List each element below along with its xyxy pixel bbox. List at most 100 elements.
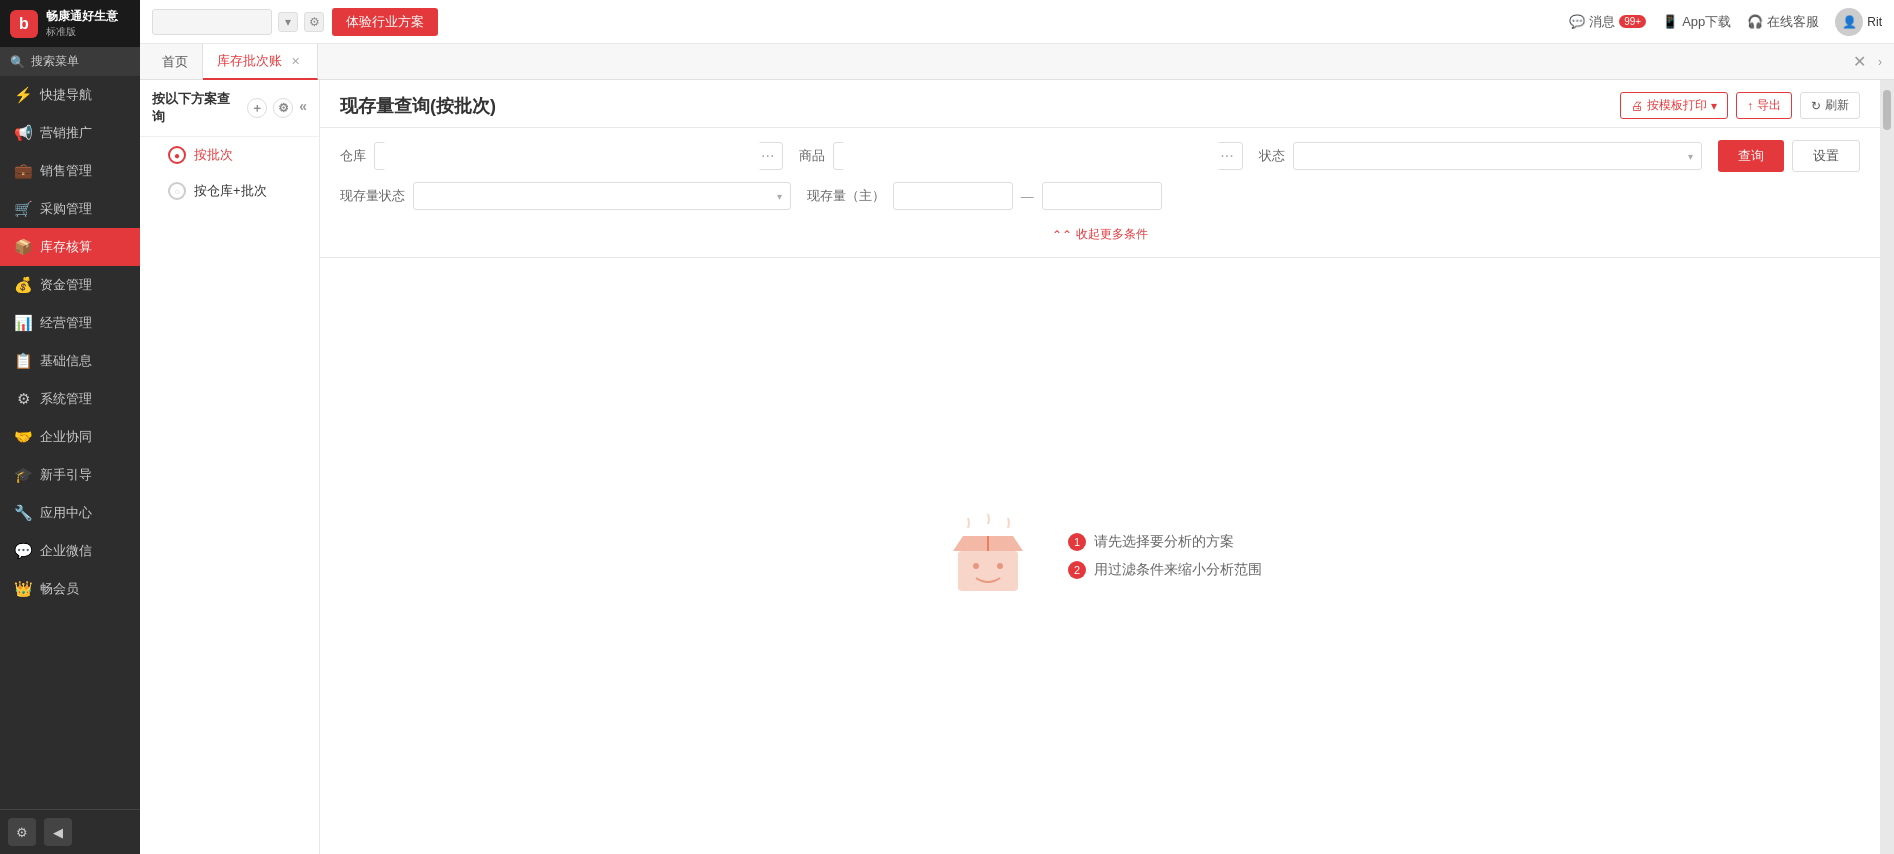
left-panel-header-actions: ＋ ⚙ « — [247, 98, 307, 118]
query-btn[interactable]: 查询 — [1718, 140, 1784, 172]
filter-group-product: 商品 ··· — [799, 142, 1242, 170]
range-dash: — — [1021, 189, 1034, 204]
guide-icon: 🎓 — [14, 466, 32, 484]
print-btn[interactable]: 🖨 按模板打印 ▾ — [1620, 92, 1728, 119]
sidebar-item-inventory[interactable]: 📦 库存核算 — [0, 228, 140, 266]
empty-tip-2: 2 用过滤条件来缩小分析范围 — [1068, 561, 1262, 579]
warehouse-input-wrapper[interactable]: ··· — [374, 142, 783, 170]
tip-text-2: 用过滤条件来缩小分析范围 — [1094, 561, 1262, 579]
setting-btn[interactable]: 设置 — [1792, 140, 1860, 172]
tab-inventory-batch[interactable]: 库存批次账 ✕ — [203, 44, 318, 80]
lightning-icon: ⚡ — [14, 86, 32, 104]
tip-num-2: 2 — [1068, 561, 1086, 579]
product-input[interactable] — [842, 142, 1220, 170]
plan-item-by-batch[interactable]: ● 按批次 — [140, 137, 319, 173]
online-service-action[interactable]: 🎧 在线客服 — [1747, 13, 1819, 31]
sidebar-item-quick-nav[interactable]: ⚡ 快捷导航 — [0, 76, 140, 114]
sidebar-item-purchase[interactable]: 🛒 采购管理 — [0, 190, 140, 228]
filter-row-2: 现存量状态 ▾ 现存量（主） — — [340, 182, 1860, 210]
refresh-btn[interactable]: ↻ 刷新 — [1800, 92, 1860, 119]
export-icon: ↑ — [1747, 99, 1753, 113]
plan-item-dot-inactive: ○ — [168, 182, 186, 200]
right-scrollbar[interactable] — [1880, 80, 1894, 854]
topbar-search-input[interactable] — [152, 9, 272, 35]
collapse-sidebar-btn[interactable]: ◀ — [44, 818, 72, 846]
messages-label: 消息 — [1589, 13, 1615, 31]
tip-num-1: 1 — [1068, 533, 1086, 551]
trial-btn[interactable]: 体验行业方案 — [332, 8, 438, 36]
sidebar-item-guide[interactable]: 🎓 新手引导 — [0, 456, 140, 494]
sidebar-search-label: 搜索菜单 — [31, 53, 79, 70]
sidebar-item-system[interactable]: ⚙ 系统管理 — [0, 380, 140, 418]
scrollbar-thumb — [1883, 90, 1891, 130]
page-actions: 🖨 按模板打印 ▾ ↑ 导出 ↻ 刷新 — [1620, 92, 1860, 119]
sidebar-item-operations[interactable]: 📊 经营管理 — [0, 304, 140, 342]
filter-range-qty: — — [893, 182, 1162, 210]
sidebar-item-app-center[interactable]: 🔧 应用中心 — [0, 494, 140, 532]
status-label: 状态 — [1259, 147, 1285, 165]
sidebar-item-finance[interactable]: 💰 资金管理 — [0, 266, 140, 304]
sidebar: b 畅康通好生意 标准版 🔍 搜索菜单 ⚡ 快捷导航 📢 营销推广 💼 销售管理… — [0, 0, 140, 854]
sidebar-item-collab[interactable]: 🤝 企业协同 — [0, 418, 140, 456]
status-select[interactable]: ▾ — [1293, 142, 1702, 170]
message-badge: 99+ — [1619, 15, 1646, 28]
svg-point-4 — [997, 563, 1003, 569]
warehouse-input[interactable] — [383, 142, 761, 170]
tab-home[interactable]: 首页 — [148, 44, 203, 80]
collapse-left-panel-btn[interactable]: « — [299, 98, 307, 118]
app-title: 畅康通好生意 — [46, 8, 130, 25]
settings-btn[interactable]: ⚙ — [8, 818, 36, 846]
sidebar-item-label: 库存核算 — [40, 238, 92, 256]
product-more-btn[interactable]: ··· — [1220, 147, 1233, 165]
sidebar-item-label: 快捷导航 — [40, 86, 92, 104]
messages-action[interactable]: 💬 消息 99+ — [1569, 13, 1646, 31]
settings-plan-btn[interactable]: ⚙ — [273, 98, 293, 118]
headset-icon: 🎧 — [1747, 14, 1763, 29]
sidebar-item-member[interactable]: 👑 畅会员 — [0, 570, 140, 608]
app-download-action[interactable]: 📱 App下载 — [1662, 13, 1731, 31]
qty-max-input-wrapper[interactable] — [1042, 182, 1162, 210]
sidebar-item-label: 系统管理 — [40, 390, 92, 408]
message-icon: 💬 — [1569, 14, 1585, 29]
warehouse-more-btn[interactable]: ··· — [761, 147, 774, 165]
sidebar-item-sales[interactable]: 💼 销售管理 — [0, 152, 140, 190]
plan-item-by-warehouse-batch[interactable]: ○ 按仓库+批次 — [140, 173, 319, 209]
filter-group-status: 状态 ▾ — [1259, 142, 1702, 170]
money-icon: 💰 — [14, 276, 32, 294]
box-icon: 📦 — [14, 238, 32, 256]
svg-rect-0 — [958, 551, 1018, 591]
refresh-icon: ↻ — [1811, 99, 1821, 113]
topbar-settings-btn[interactable]: ⚙ — [304, 12, 324, 32]
app-download-label: App下载 — [1682, 13, 1731, 31]
filter-group-inventory-status: 现存量状态 ▾ — [340, 182, 791, 210]
qty-min-input[interactable] — [902, 189, 1004, 204]
sidebar-nav: ⚡ 快捷导航 📢 营销推广 💼 销售管理 🛒 采购管理 📦 库存核算 💰 资金管… — [0, 76, 140, 809]
tab-close-btn[interactable]: ✕ — [288, 54, 303, 69]
qty-max-input[interactable] — [1051, 189, 1153, 204]
tab-panel-expand-btn[interactable]: › — [1874, 55, 1886, 69]
empty-tips: 1 请先选择要分析的方案 2 用过滤条件来缩小分析范围 — [1068, 533, 1262, 579]
export-btn[interactable]: ↑ 导出 — [1736, 92, 1792, 119]
qty-min-input-wrapper[interactable] — [893, 182, 1013, 210]
user-profile-action[interactable]: 👤 Rit — [1835, 8, 1882, 36]
sidebar-item-basic-info[interactable]: 📋 基础信息 — [0, 342, 140, 380]
product-input-wrapper[interactable]: ··· — [833, 142, 1242, 170]
chart-icon: 📊 — [14, 314, 32, 332]
inventory-status-select[interactable]: ▾ — [413, 182, 791, 210]
topbar-search-area: ▾ ⚙ — [152, 9, 324, 35]
content-area: 按以下方案查询 ＋ ⚙ « ● 按批次 ○ 按仓库+批次 现存量查询(按批次) — [140, 80, 1894, 854]
sidebar-item-marketing[interactable]: 📢 营销推广 — [0, 114, 140, 152]
inventory-status-label: 现存量状态 — [340, 187, 405, 205]
add-plan-btn[interactable]: ＋ — [247, 98, 267, 118]
sidebar-item-label: 企业微信 — [40, 542, 92, 560]
sidebar-item-wechat[interactable]: 💬 企业微信 — [0, 532, 140, 570]
sidebar-search[interactable]: 🔍 搜索菜单 — [0, 47, 140, 76]
sidebar-header: b 畅康通好生意 标准版 — [0, 0, 140, 47]
sidebar-item-label: 采购管理 — [40, 200, 92, 218]
sidebar-item-label: 销售管理 — [40, 162, 92, 180]
topbar-dropdown-btn[interactable]: ▾ — [278, 12, 298, 32]
megaphone-icon: 📢 — [14, 124, 32, 142]
left-panel-title: 按以下方案查询 — [152, 90, 239, 126]
tab-panel-close-btn[interactable]: ✕ — [1845, 48, 1874, 75]
collapse-more-btn[interactable]: ⌃⌃ 收起更多条件 — [340, 220, 1860, 245]
